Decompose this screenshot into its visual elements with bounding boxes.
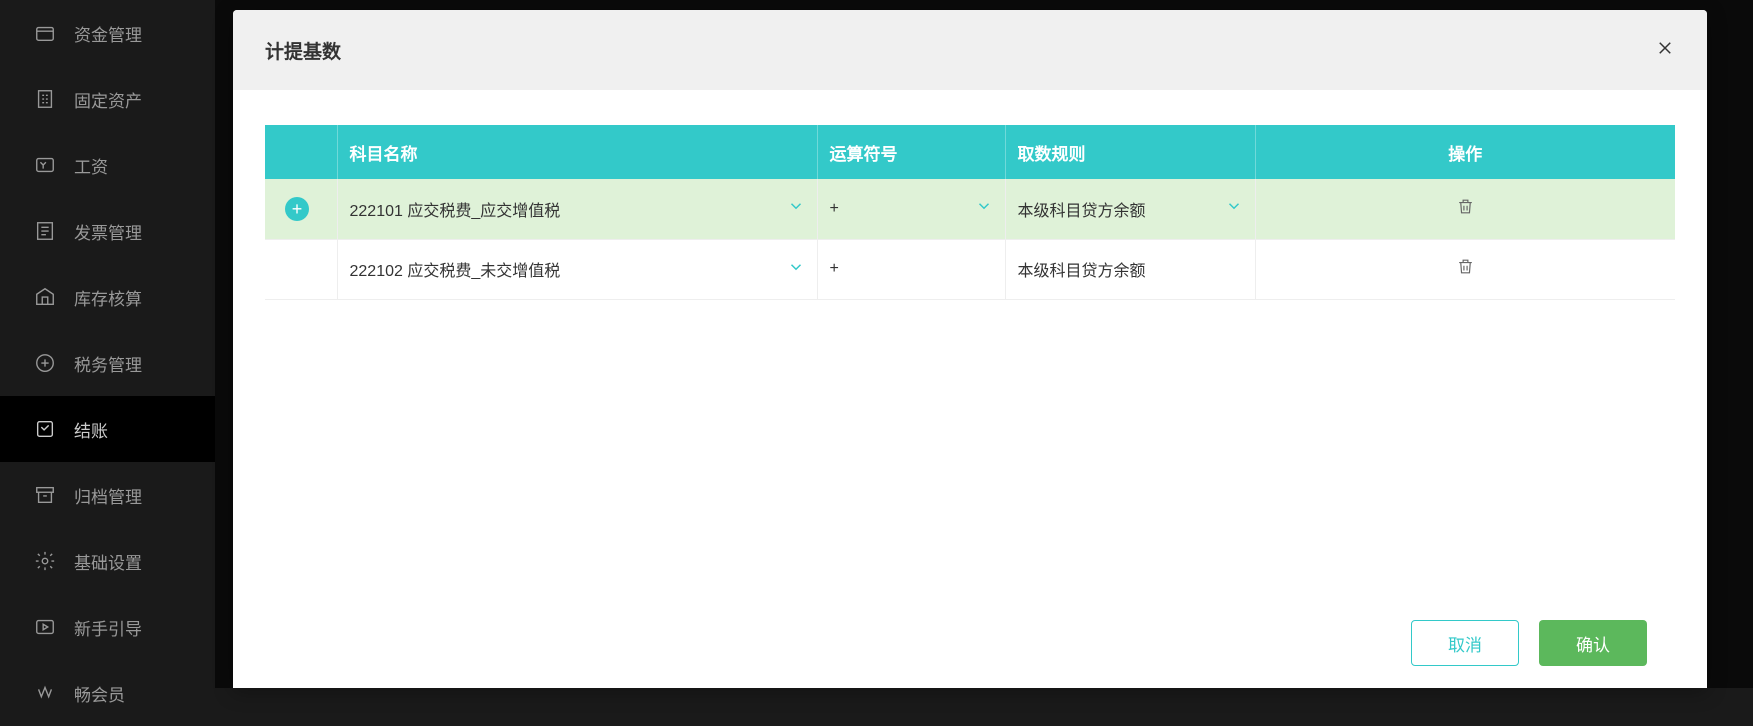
close-button[interactable] — [1653, 38, 1677, 62]
cancel-button[interactable]: 取消 — [1411, 620, 1519, 666]
add-row-button[interactable]: + — [285, 197, 309, 221]
sidebar-item-label: 归档管理 — [74, 483, 142, 508]
sidebar-item-salary[interactable]: 工资 — [0, 132, 215, 198]
cell-add: + — [265, 179, 337, 239]
cell-subject: 222102 应交税费_未交增值税 — [337, 239, 817, 299]
sidebar-item-label: 基础设置 — [74, 549, 142, 574]
subject-select[interactable]: 222102 应交税费_未交增值税 — [350, 257, 805, 281]
sidebar-item-label: 新手引导 — [74, 615, 142, 640]
sidebar-item-assets[interactable]: 固定资产 — [0, 66, 215, 132]
sidebar-item-label: 固定资产 — [74, 87, 142, 112]
archive-icon — [34, 484, 56, 506]
wallet-icon — [34, 22, 56, 44]
sidebar-item-funds[interactable]: 资金管理 — [0, 0, 215, 66]
cell-rule: 本级科目贷方余额 — [1005, 179, 1255, 239]
sidebar-item-guide[interactable]: 新手引导 — [0, 594, 215, 660]
invoice-icon — [34, 220, 56, 242]
payroll-icon — [34, 154, 56, 176]
sidebar-item-label: 畅会员 — [74, 681, 125, 706]
subject-select[interactable]: 222101 应交税费_应交增值税 — [350, 197, 805, 221]
cell-rule: 本级科目贷方余额 — [1005, 239, 1255, 299]
cell-action — [1255, 239, 1675, 299]
close-icon — [1656, 39, 1674, 62]
building-icon — [34, 88, 56, 110]
sidebar-item-label: 发票管理 — [74, 219, 142, 244]
trash-icon — [1456, 257, 1475, 281]
cell-operator: + — [817, 239, 1005, 299]
rule-value: 本级科目贷方余额 — [1018, 257, 1146, 281]
table-row: + 222101 应交税费_应交增值税 + — [265, 179, 1675, 239]
th-subject: 科目名称 — [337, 125, 817, 179]
cell-action — [1255, 179, 1675, 239]
rule-select[interactable]: 本级科目贷方余额 — [1018, 257, 1243, 281]
operator-select[interactable]: + — [830, 260, 993, 278]
sidebar-item-vip[interactable]: 畅会员 — [0, 660, 215, 726]
rule-value: 本级科目贷方余额 — [1018, 197, 1146, 221]
chevron-down-icon — [1225, 197, 1243, 220]
close-book-icon — [34, 418, 56, 440]
cancel-label: 取消 — [1448, 631, 1482, 656]
sidebar-item-label: 结账 — [74, 417, 108, 442]
modal-body: 科目名称 运算符号 取数规则 操作 + 222101 应交税费_应交增值税 — [233, 90, 1707, 598]
th-rule: 取数规则 — [1005, 125, 1255, 179]
th-action: 操作 — [1255, 125, 1675, 179]
sidebar-item-label: 资金管理 — [74, 21, 142, 46]
th-add — [265, 125, 337, 179]
chevron-down-icon — [787, 197, 805, 220]
sidebar-item-label: 工资 — [74, 153, 108, 178]
vip-icon — [34, 682, 56, 704]
delete-row-button[interactable] — [1456, 197, 1475, 221]
chevron-down-icon — [787, 258, 805, 281]
sidebar-item-closebook[interactable]: 结账 — [0, 396, 215, 462]
confirm-label: 确认 — [1576, 631, 1610, 656]
inventory-icon — [34, 286, 56, 308]
sidebar-item-label: 库存核算 — [74, 285, 142, 310]
tax-icon — [34, 352, 56, 374]
chevron-down-icon — [975, 197, 993, 220]
sidebar-item-invoice[interactable]: 发票管理 — [0, 198, 215, 264]
rule-select[interactable]: 本级科目贷方余额 — [1018, 197, 1243, 221]
delete-row-button[interactable] — [1456, 257, 1475, 281]
sidebar-item-archive[interactable]: 归档管理 — [0, 462, 215, 528]
cell-operator: + — [817, 179, 1005, 239]
accrual-table: 科目名称 运算符号 取数规则 操作 + 222101 应交税费_应交增值税 — [265, 125, 1675, 300]
operator-select[interactable]: + — [830, 197, 993, 220]
sidebar-item-label: 税务管理 — [74, 351, 142, 376]
sidebar: 资金管理 固定资产 工资 发票管理 库存核算 税务管理 结账 — [0, 0, 215, 688]
cell-subject: 222101 应交税费_应交增值税 — [337, 179, 817, 239]
guide-icon — [34, 616, 56, 638]
subject-value: 222102 应交税费_未交增值税 — [350, 257, 561, 281]
operator-value: + — [830, 200, 839, 218]
sidebar-item-inventory[interactable]: 库存核算 — [0, 264, 215, 330]
modal-header: 计提基数 — [233, 10, 1707, 90]
subject-value: 222101 应交税费_应交增值税 — [350, 197, 561, 221]
confirm-button[interactable]: 确认 — [1539, 620, 1647, 666]
modal-title: 计提基数 — [265, 37, 341, 64]
th-operator: 运算符号 — [817, 125, 1005, 179]
trash-icon — [1456, 197, 1475, 221]
table-row: 222102 应交税费_未交增值税 + 本级科目贷方余额 — [265, 239, 1675, 299]
settings-icon — [34, 550, 56, 572]
modal-footer: 取消 确认 — [233, 598, 1707, 688]
sidebar-item-tax[interactable]: 税务管理 — [0, 330, 215, 396]
plus-icon: + — [292, 200, 303, 218]
modal-dialog: 计提基数 科目名称 运算符号 取数规则 操作 — [233, 10, 1707, 688]
cell-add — [265, 239, 337, 299]
operator-value: + — [830, 260, 839, 278]
sidebar-item-settings[interactable]: 基础设置 — [0, 528, 215, 594]
